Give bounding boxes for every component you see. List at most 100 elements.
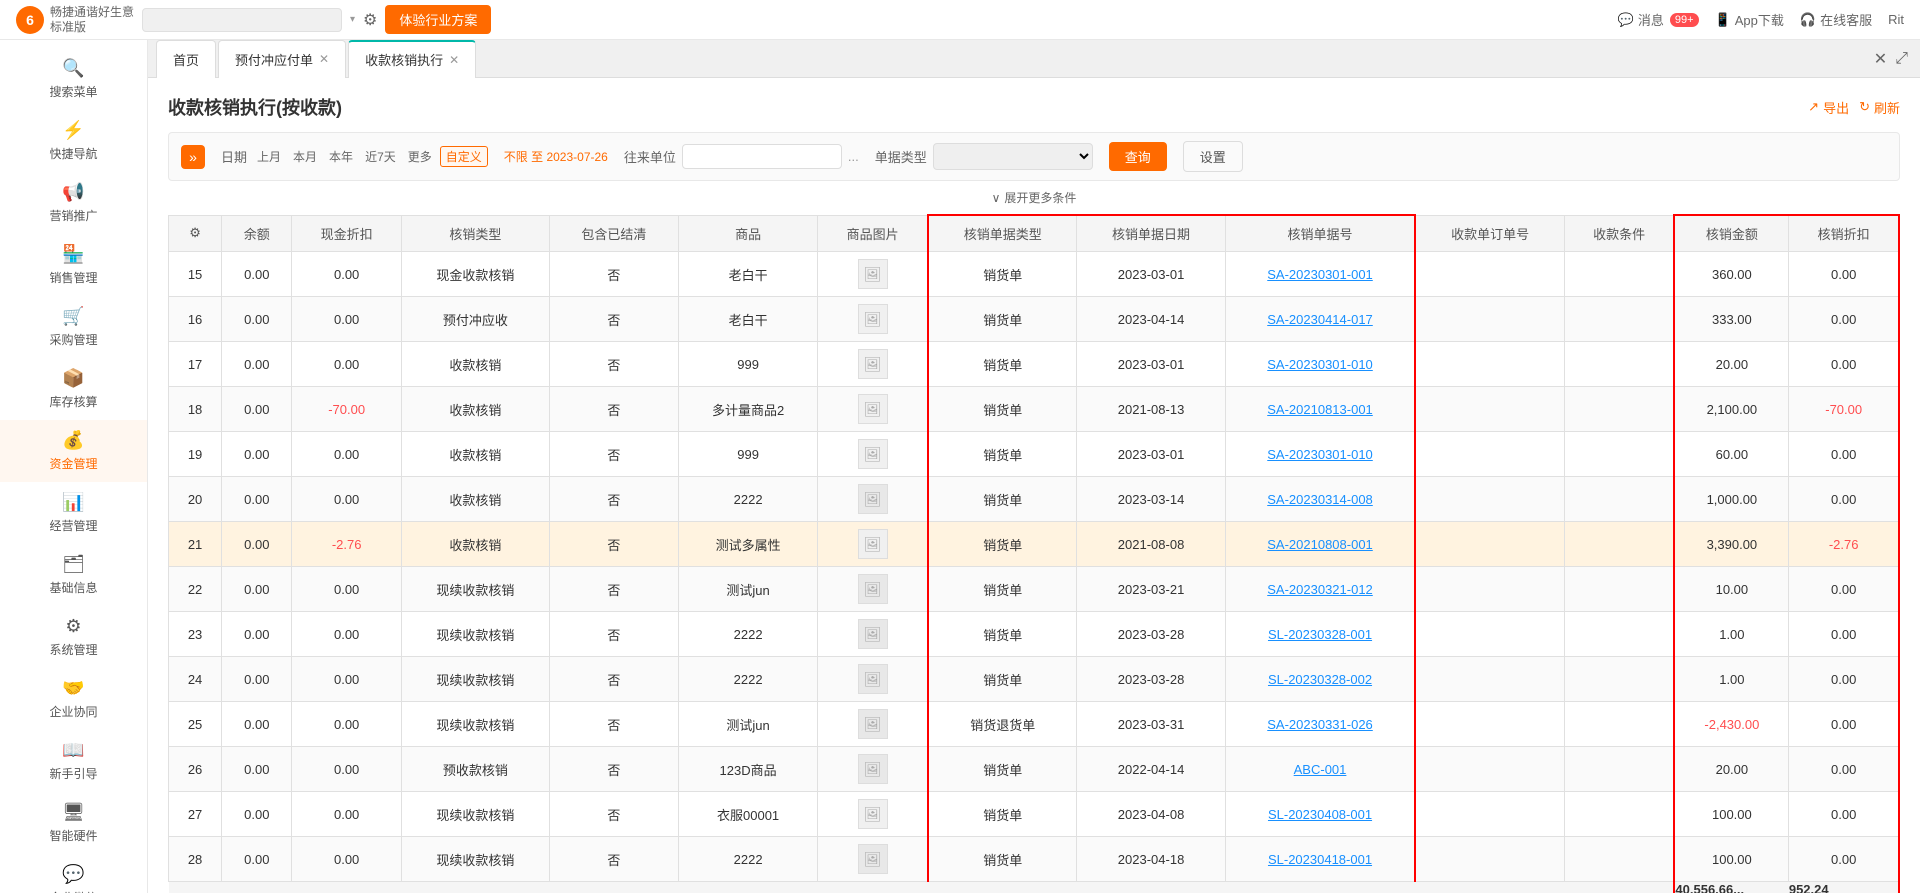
table-cell-6: 🖼 xyxy=(818,567,928,612)
table-cell-7: 销货单 xyxy=(928,432,1077,477)
sidebar-item-营销推广[interactable]: 📢营销推广 xyxy=(0,172,147,234)
tab-预付冲应付单[interactable]: 预付冲应付单 ✕ xyxy=(218,40,346,78)
table-cell-2: 0.00 xyxy=(292,837,401,882)
settings-icon[interactable]: ⚙ xyxy=(363,10,377,30)
table-cell-8: 2023-04-14 xyxy=(1077,297,1225,342)
sidebar-item-资金管理[interactable]: 💰资金管理 xyxy=(0,420,147,482)
date-this-year[interactable]: 本年 xyxy=(325,146,357,167)
tab-bar-actions: ✕ ⤢ xyxy=(1874,49,1920,69)
doc-no-link[interactable]: SL-20230328-001 xyxy=(1268,627,1372,642)
sidebar-item-搜索菜单[interactable]: 🔍搜索菜单 xyxy=(0,48,147,110)
partner-input[interactable] xyxy=(682,144,842,169)
table-cell-11 xyxy=(1564,747,1674,792)
doc-no-link[interactable]: SA-20230301-001 xyxy=(1267,267,1373,282)
doc-no-link[interactable]: SL-20230328-002 xyxy=(1268,672,1372,687)
sidebar-item-系统管理[interactable]: ⚙系统管理 xyxy=(0,606,147,668)
industry-btn[interactable]: 体验行业方案 xyxy=(385,5,491,34)
filter-expand-icon[interactable]: » xyxy=(181,145,205,169)
page-area: 收款核销执行(按收款) ↗ 导出 ↻ 刷新 » xyxy=(148,78,1920,893)
sidebar-item-企业微信[interactable]: 💬企业微信 xyxy=(0,854,147,893)
date-more[interactable]: 更多 xyxy=(404,146,436,167)
settings-btn[interactable]: 设置 xyxy=(1183,141,1243,172)
voucher-type-select[interactable] xyxy=(933,143,1093,170)
doc-no-link[interactable]: SA-20230321-012 xyxy=(1267,582,1373,597)
sidebar-item-快捷导航[interactable]: ⚡快捷导航 xyxy=(0,110,147,172)
table-cell-11 xyxy=(1564,792,1674,837)
page-actions: ↗ 导出 ↻ 刷新 xyxy=(1808,98,1900,117)
table-cell-4: 否 xyxy=(550,612,679,657)
table-cell-13: 0.00 xyxy=(1789,567,1899,612)
doc-no-link[interactable]: SA-20210813-001 xyxy=(1267,402,1373,417)
doc-no-link[interactable]: SA-20230301-010 xyxy=(1267,357,1373,372)
table-cell-1: 0.00 xyxy=(222,567,292,612)
date-custom[interactable]: 自定义 xyxy=(440,146,488,167)
expand-more-btn[interactable]: ∨ 展开更多条件 xyxy=(168,189,1900,206)
tab-收款核销执行[interactable]: 收款核销执行✕ xyxy=(348,40,476,78)
col-header-7: 核销单据类型 xyxy=(928,215,1077,252)
table-cell-0: 15 xyxy=(169,252,222,297)
sidebar-item-销售管理[interactable]: 🏪销售管理 xyxy=(0,234,147,296)
messages-badge: 99+ xyxy=(1670,13,1699,27)
table-cell-5: 123D商品 xyxy=(678,747,818,792)
sidebar-icon: 💰 xyxy=(62,430,84,451)
search-input[interactable] xyxy=(142,8,342,32)
table-cell-13: -70.00 xyxy=(1789,387,1899,432)
date-last-month[interactable]: 上月 xyxy=(253,146,285,167)
col-header-8: 核销单据日期 xyxy=(1077,215,1225,252)
footer-cell-7 xyxy=(928,882,1077,893)
footer-cell-9 xyxy=(1225,882,1415,893)
table-cell-10 xyxy=(1415,567,1564,612)
expand-tab-btn[interactable]: ⤢ xyxy=(1895,50,1908,68)
messages-btn[interactable]: 💬 消息 99+ xyxy=(1618,10,1699,29)
date-7days[interactable]: 近7天 xyxy=(361,146,400,167)
tab-首页[interactable]: 首页 xyxy=(156,40,216,78)
sidebar-label: 库存核算 xyxy=(49,393,97,410)
refresh-btn[interactable]: ↻ 刷新 xyxy=(1859,98,1900,117)
doc-no-link[interactable]: SA-20230314-008 xyxy=(1267,492,1373,507)
tab-label: 预付冲应付单 xyxy=(235,50,313,69)
footer-cell-13: 952.24 xyxy=(1789,882,1899,893)
export-btn[interactable]: ↗ 导出 xyxy=(1808,98,1849,117)
sidebar-item-智能硬件[interactable]: 🖥智能硬件 xyxy=(0,792,147,854)
doc-no-link[interactable]: ABC-001 xyxy=(1294,762,1347,777)
tab-close-icon[interactable]: ✕ xyxy=(319,52,329,66)
table-cell-3: 现续收款核销 xyxy=(401,792,549,837)
sidebar-icon: ⚡ xyxy=(62,120,84,141)
table-cell-12: 20.00 xyxy=(1674,342,1788,387)
doc-no-link[interactable]: SA-20230331-026 xyxy=(1267,717,1373,732)
app-download-btn[interactable]: 📱 App下载 xyxy=(1715,10,1784,29)
partner-dots[interactable]: ... xyxy=(848,149,859,164)
table-cell-7: 销货单 xyxy=(928,297,1077,342)
doc-no-link[interactable]: SA-20210808-001 xyxy=(1267,537,1373,552)
sidebar-item-经营管理[interactable]: 📊经营管理 xyxy=(0,482,147,544)
table-cell-4: 否 xyxy=(550,747,679,792)
sidebar-item-采购管理[interactable]: 🛒采购管理 xyxy=(0,296,147,358)
table-cell-1: 0.00 xyxy=(222,252,292,297)
close-tab-btn[interactable]: ✕ xyxy=(1874,49,1887,69)
query-btn[interactable]: 查询 xyxy=(1109,142,1167,171)
col-header-5: 商品 xyxy=(678,215,818,252)
sidebar-item-新手引导[interactable]: 📖新手引导 xyxy=(0,730,147,792)
search-dropdown-icon[interactable]: ▾ xyxy=(350,14,355,25)
table-cell-0: 17 xyxy=(169,342,222,387)
product-image: 🖼 xyxy=(858,619,888,649)
table-cell-6: 🖼 xyxy=(818,792,928,837)
table-cell-9: SL-20230328-002 xyxy=(1225,657,1415,702)
online-service-btn[interactable]: 🎧 在线客服 xyxy=(1800,10,1872,29)
table-row: 210.00-2.76收款核销否测试多属性🖼销货单2021-08-08SA-20… xyxy=(169,522,1900,567)
doc-no-link[interactable]: SL-20230408-001 xyxy=(1268,807,1372,822)
top-bar-left: 6 畅捷通谐好生意 标准版 ▾ ⚙ 体验行业方案 xyxy=(16,5,491,34)
user-profile[interactable]: Rit xyxy=(1888,12,1904,27)
date-this-month[interactable]: 本月 xyxy=(289,146,321,167)
tab-close-icon[interactable]: ✕ xyxy=(449,53,459,67)
doc-no-link[interactable]: SA-20230414-017 xyxy=(1267,312,1373,327)
footer-cell-2 xyxy=(292,882,401,893)
doc-no-link[interactable]: SL-20230418-001 xyxy=(1268,852,1372,867)
sidebar-item-基础信息[interactable]: 🗂基础信息 xyxy=(0,544,147,606)
doc-no-link[interactable]: SA-20230301-010 xyxy=(1267,447,1373,462)
table-cell-9: SA-20230321-012 xyxy=(1225,567,1415,612)
sidebar-item-库存核算[interactable]: 📦库存核算 xyxy=(0,358,147,420)
partner-label: 往来单位 xyxy=(624,147,676,166)
sidebar-item-企业协同[interactable]: 🤝企业协同 xyxy=(0,668,147,730)
table-cell-4: 否 xyxy=(550,657,679,702)
